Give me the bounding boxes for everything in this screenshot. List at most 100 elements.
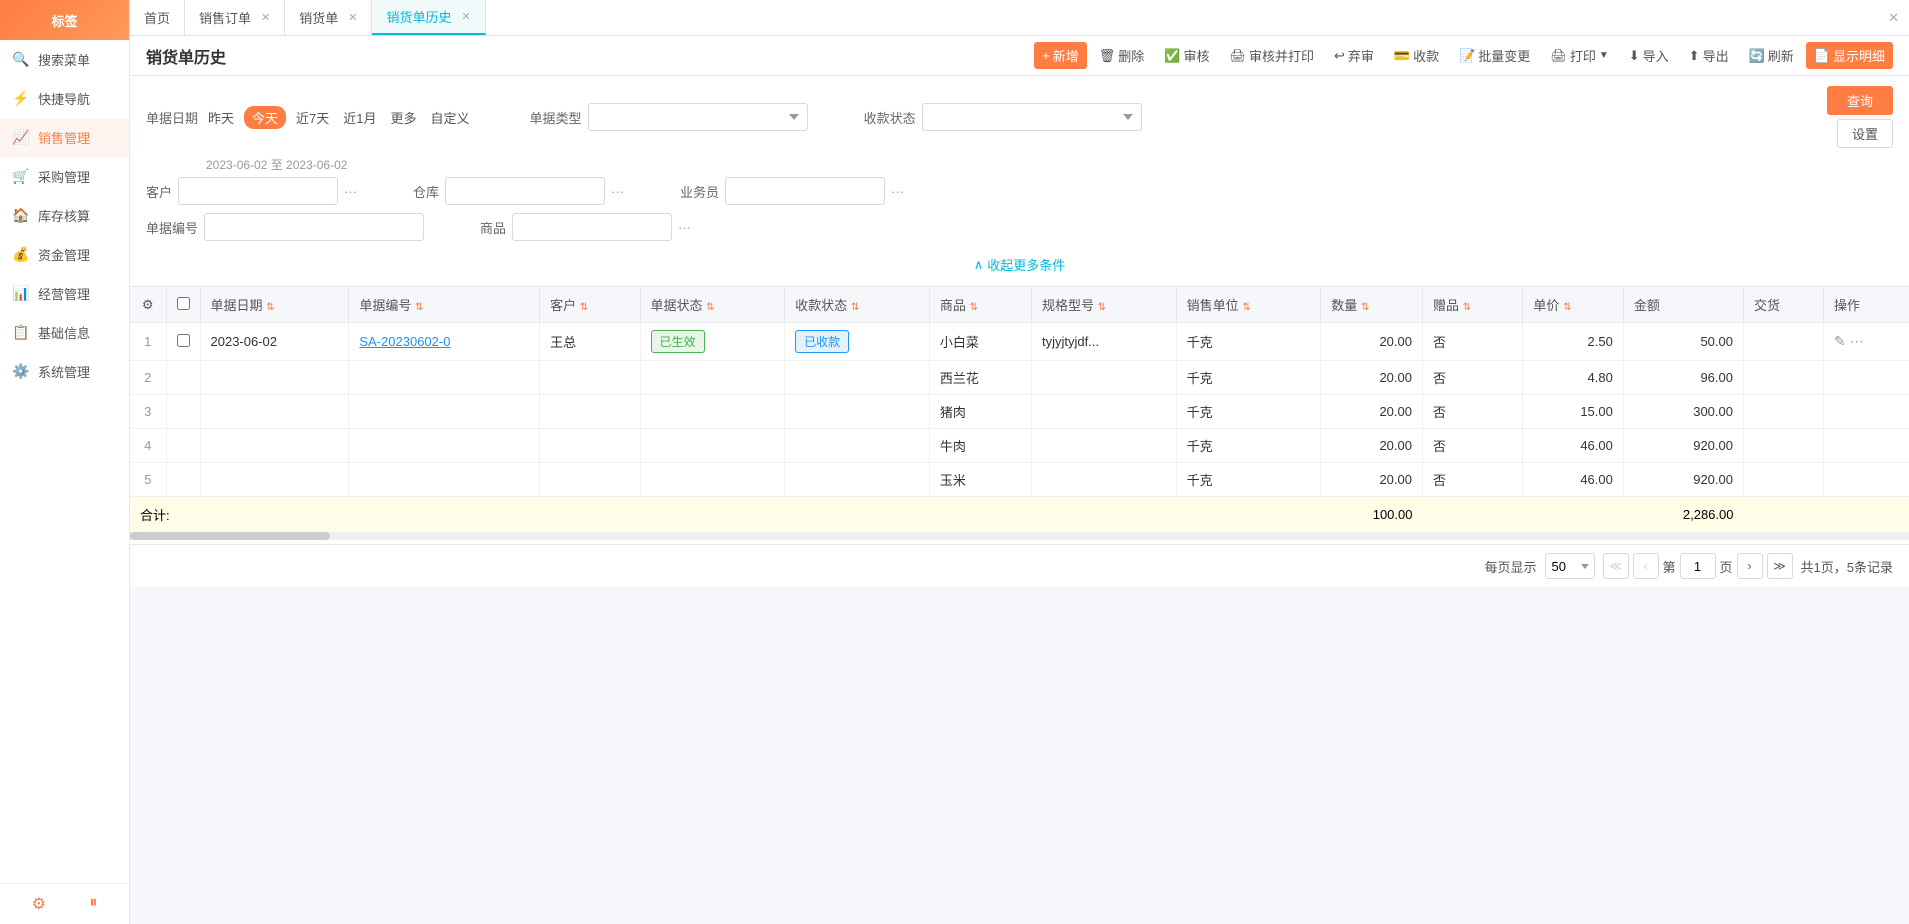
batch-change-button[interactable]: 📝 批量变更 xyxy=(1451,42,1538,69)
date-shortcut-7days[interactable]: 近7天 xyxy=(292,106,333,129)
select-all-checkbox[interactable] xyxy=(177,297,190,310)
date-shortcuts: 昨天 今天 近7天 近1月 更多 自定义 xyxy=(204,106,474,129)
sort-icon-sales-unit: ⇅ xyxy=(1242,302,1250,313)
tab-close-sales-order[interactable]: ✕ xyxy=(261,11,270,24)
sidebar-item-search-menu[interactable]: 🔍 搜索菜单 xyxy=(0,40,129,79)
import-button[interactable]: ⬇ 导入 xyxy=(1621,42,1677,69)
cell-customer xyxy=(540,463,640,497)
abandon-button[interactable]: ↩ 弃审 xyxy=(1326,42,1382,69)
sidebar-item-sales-mgmt[interactable]: 📈 销售管理 xyxy=(0,118,129,157)
filter-doc-type-select[interactable] xyxy=(588,103,808,131)
sidebar-item-label: 资金管理 xyxy=(38,245,90,264)
sidebar-item-finance[interactable]: 💰 资金管理 xyxy=(0,235,129,274)
cell-amount: 300.00 xyxy=(1623,395,1743,429)
table-scrollbar[interactable] xyxy=(130,532,1909,540)
th-spec-type[interactable]: 规格型号 ⇅ xyxy=(1031,287,1176,323)
th-unit-price[interactable]: 单价 ⇅ xyxy=(1523,287,1623,323)
tab-close-sales-goods[interactable]: ✕ xyxy=(348,11,357,24)
sort-icon-unit-price: ⇅ xyxy=(1563,302,1571,313)
filter-goods-input[interactable] xyxy=(512,213,672,241)
delete-button[interactable]: 🗑 删除 xyxy=(1091,42,1153,69)
warehouse-browse-icon[interactable]: ··· xyxy=(611,184,624,199)
last-page-button[interactable]: ≫ xyxy=(1767,553,1793,579)
doc-no-link[interactable]: SA-20230602-0 xyxy=(359,334,450,349)
date-shortcut-1month[interactable]: 近1月 xyxy=(339,106,380,129)
sidebar-item-label: 快捷导航 xyxy=(38,89,90,108)
table-row: 4 牛肉 千克 20.00 否 46.00 920.00 xyxy=(130,429,1909,463)
first-page-button[interactable]: ≪ xyxy=(1603,553,1629,579)
page-number-input[interactable] xyxy=(1680,553,1716,579)
settings-bottom-icon[interactable]: ⚙ xyxy=(32,894,46,914)
prev-page-button[interactable]: ‹ xyxy=(1633,553,1659,579)
date-shortcut-yesterday[interactable]: 昨天 xyxy=(204,106,238,129)
review-button[interactable]: ✅ 审核 xyxy=(1156,42,1217,69)
collect-button[interactable]: 💳 收款 xyxy=(1386,42,1447,69)
sidebar-item-inventory[interactable]: 🏠 库存核算 xyxy=(0,196,129,235)
collapse-filter-button[interactable]: ∧ 收起更多条件 xyxy=(974,253,1066,276)
refresh-button[interactable]: 🔄 刷新 xyxy=(1741,42,1802,69)
next-page-button[interactable]: › xyxy=(1737,553,1763,579)
new-button[interactable]: + 新增 xyxy=(1034,42,1087,69)
sidebar-item-label: 库存核算 xyxy=(38,206,90,225)
tab-bar-close-all[interactable]: ✕ xyxy=(1888,10,1909,26)
details-icon: 📄 xyxy=(1814,48,1830,64)
th-quantity[interactable]: 数量 ⇅ xyxy=(1321,287,1423,323)
setting-button[interactable]: 设置 xyxy=(1837,119,1893,148)
tab-home[interactable]: 首页 xyxy=(130,0,185,35)
filter-pay-status-select[interactable] xyxy=(922,103,1142,131)
more-action-icon[interactable]: ⋯ xyxy=(1850,333,1864,350)
sidebar-item-quick-nav[interactable]: ⚡ 快捷导航 xyxy=(0,79,129,118)
th-pay-status[interactable]: 收款状态 ⇅ xyxy=(785,287,930,323)
goods-browse-icon[interactable]: ··· xyxy=(678,220,691,235)
th-goods[interactable]: 商品 ⇅ xyxy=(929,287,1031,323)
customer-browse-icon[interactable]: ··· xyxy=(344,184,357,199)
tab-sales-order[interactable]: 销售订单 ✕ xyxy=(185,0,285,35)
filter-salesperson-input[interactable] xyxy=(725,177,885,205)
cell-amount: 920.00 xyxy=(1623,429,1743,463)
th-doc-no[interactable]: 单据编号 ⇅ xyxy=(349,287,540,323)
review-print-button[interactable]: 🖨 审核并打印 xyxy=(1221,42,1322,69)
th-doc-status[interactable]: 单据状态 ⇅ xyxy=(640,287,785,323)
filter-doc-no-input[interactable] xyxy=(204,213,424,241)
tab-sales-history[interactable]: 销货单历史 ✕ xyxy=(372,0,485,35)
cell-doc-status: 已生效 xyxy=(640,323,785,361)
query-button[interactable]: 查询 xyxy=(1827,86,1893,115)
th-amount-label: 金额 xyxy=(1634,298,1660,313)
row-checkbox[interactable] xyxy=(177,334,190,347)
edit-action-icon[interactable]: ✎ xyxy=(1834,333,1846,350)
show-details-button[interactable]: 📄 显示明细 xyxy=(1806,42,1893,69)
print-button[interactable]: 🖨 打印 ▼ xyxy=(1542,42,1616,69)
date-shortcut-custom[interactable]: 自定义 xyxy=(427,106,474,129)
row-actions: ✎ ⋯ xyxy=(1834,333,1899,350)
filter-customer-input[interactable] xyxy=(178,177,338,205)
sort-icon-doc-status: ⇅ xyxy=(706,302,714,313)
filter-row-3: 单据编号 商品 ··· xyxy=(146,213,1893,241)
sidebar-item-purchase-mgmt[interactable]: 🛒 采购管理 xyxy=(0,157,129,196)
filter-doc-no-label: 单据编号 xyxy=(146,218,198,237)
sidebar-item-sys-mgmt[interactable]: ⚙️ 系统管理 xyxy=(0,352,129,391)
sidebar-item-label: 系统管理 xyxy=(38,362,90,381)
tab-sales-goods[interactable]: 销货单 ✕ xyxy=(285,0,372,35)
th-customer-label: 客户 xyxy=(550,298,576,313)
sidebar-item-operations[interactable]: 📊 经营管理 xyxy=(0,274,129,313)
salesperson-browse-icon[interactable]: ··· xyxy=(891,184,904,199)
sidebar-item-basic-info[interactable]: 📋 基础信息 xyxy=(0,313,129,352)
date-shortcut-today[interactable]: 今天 xyxy=(244,106,286,129)
filter-warehouse-input[interactable] xyxy=(445,177,605,205)
cell-goods: 小白菜 xyxy=(929,323,1031,361)
th-sales-unit[interactable]: 销售单位 ⇅ xyxy=(1176,287,1321,323)
filter-pay-status-label: 收款状态 xyxy=(864,108,916,127)
pause-icon[interactable]: ⏸ xyxy=(89,894,97,914)
page-size-select[interactable]: 50 100 200 xyxy=(1545,553,1595,579)
tab-close-sales-history[interactable]: ✕ xyxy=(462,10,471,23)
th-settings[interactable]: ⚙ xyxy=(130,287,166,323)
cell-doc-no: SA-20230602-0 xyxy=(349,323,540,361)
th-customer[interactable]: 客户 ⇅ xyxy=(540,287,640,323)
th-doc-date[interactable]: 单据日期 ⇅ xyxy=(200,287,349,323)
cell-actions xyxy=(1823,361,1909,395)
date-shortcut-more[interactable]: 更多 xyxy=(387,106,421,129)
th-gift[interactable]: 赠品 ⇅ xyxy=(1422,287,1522,323)
export-button[interactable]: ⬆ 导出 xyxy=(1681,42,1737,69)
cell-unit-price: 15.00 xyxy=(1523,395,1623,429)
sort-icon-spec-type: ⇅ xyxy=(1098,302,1106,313)
